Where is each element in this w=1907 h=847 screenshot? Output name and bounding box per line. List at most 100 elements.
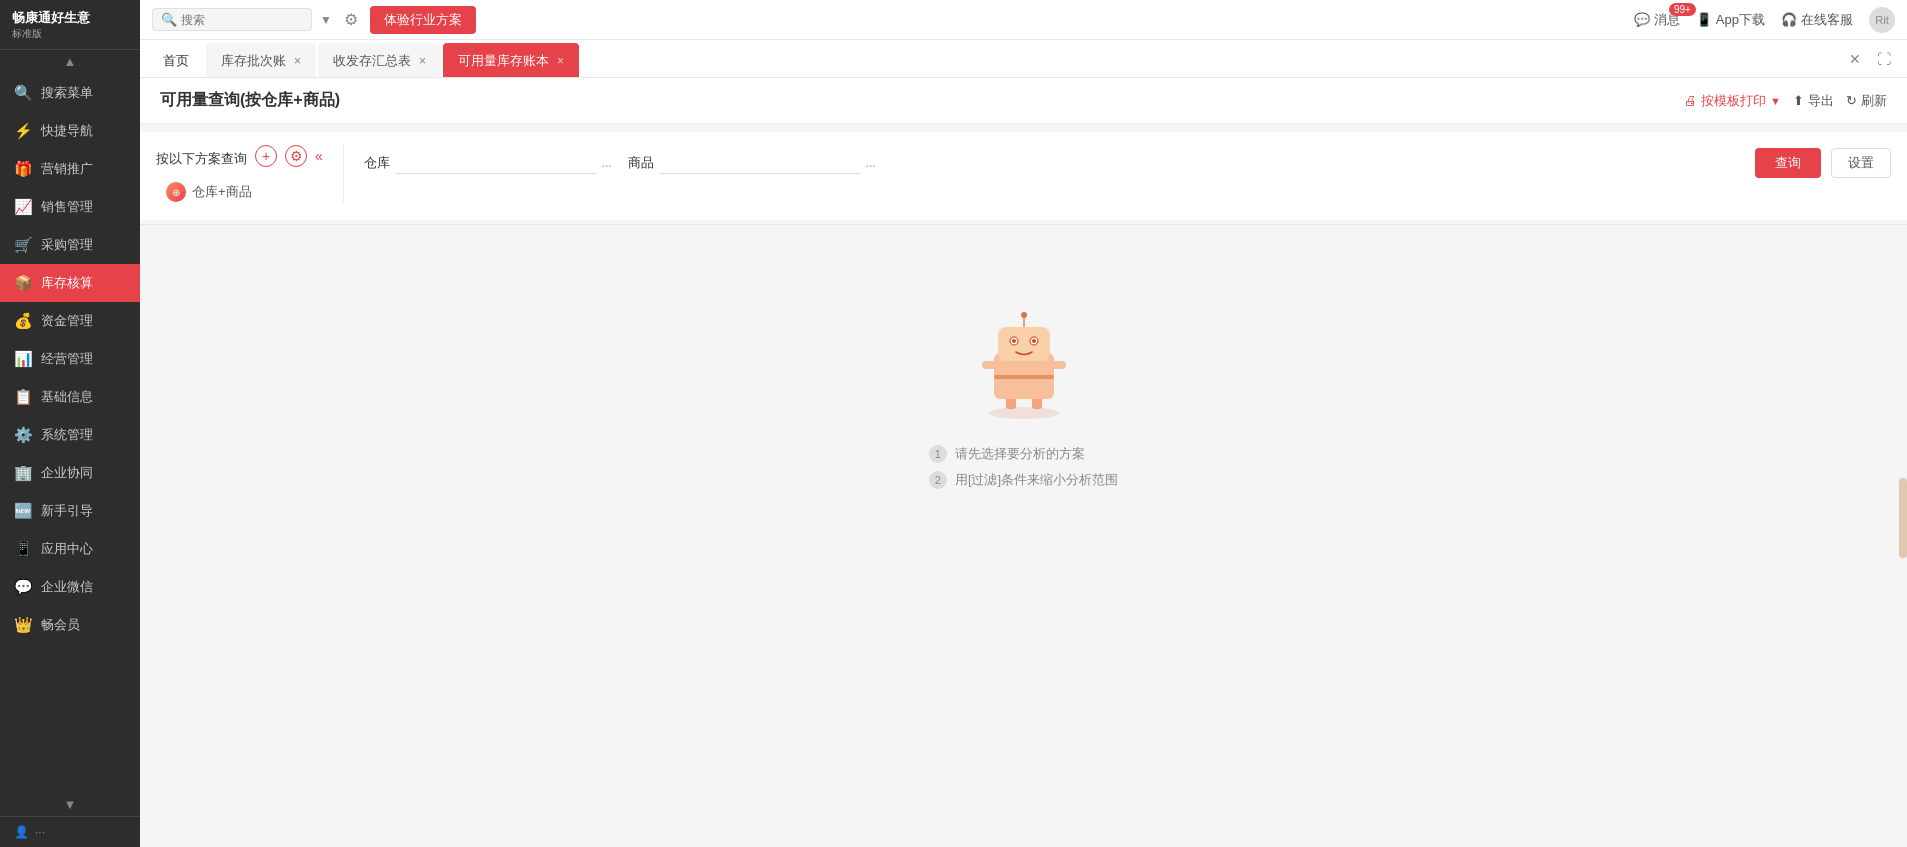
print-label: 按模板打印 xyxy=(1701,92,1766,110)
sidebar-item-label: 新手引导 xyxy=(41,502,93,520)
trial-industry-btn[interactable]: 体验行业方案 xyxy=(370,6,476,34)
empty-illustration-svg xyxy=(964,305,1084,425)
bar-chart-icon: 📊 xyxy=(14,350,33,368)
message-btn[interactable]: 💬 消息 99+ xyxy=(1634,11,1680,29)
message-badge: 99+ xyxy=(1669,3,1696,16)
tab-home[interactable]: 首页 xyxy=(148,43,204,77)
money-icon: 💰 xyxy=(14,312,33,330)
sidebar-item-appcenter[interactable]: 📱 应用中心 xyxy=(0,530,140,568)
phone-icon: 📱 xyxy=(1696,12,1712,27)
search-input[interactable] xyxy=(181,13,301,27)
cart-icon: 🛒 xyxy=(14,236,33,254)
empty-hint-2: 2 用[过滤]条件来缩小分析范围 xyxy=(929,471,1118,489)
goods-more-btn[interactable]: ... xyxy=(866,156,876,170)
hint-num-1: 1 xyxy=(929,445,947,463)
sidebar-item-marketing[interactable]: 🎁 营销推广 xyxy=(0,150,140,188)
scroll-up-btn[interactable]: ▲ xyxy=(0,50,140,74)
collapse-filter-btn[interactable]: « xyxy=(315,148,323,164)
sidebar-item-search[interactable]: 🔍 搜索菜单 xyxy=(0,74,140,112)
refresh-btn[interactable]: ↻ 刷新 xyxy=(1846,92,1887,110)
goods-input[interactable] xyxy=(660,152,860,174)
svg-point-10 xyxy=(1032,339,1036,343)
empty-illustration xyxy=(964,305,1084,425)
sidebar-item-inventory[interactable]: 📦 库存核算 xyxy=(0,264,140,302)
sidebar-item-wechat[interactable]: 💬 企业微信 xyxy=(0,568,140,606)
tab-available-inventory-label: 可用量库存账本 xyxy=(458,52,549,70)
print-btn[interactable]: 🖨 按模板打印 ▼ xyxy=(1684,92,1781,110)
online-service-btn[interactable]: 🎧 在线客服 xyxy=(1781,11,1853,29)
printer-icon: 🖨 xyxy=(1684,93,1697,108)
svg-point-9 xyxy=(1012,339,1016,343)
mobile-icon: 📱 xyxy=(14,540,33,558)
filter-label: 按以下方案查询 xyxy=(156,144,247,168)
sidebar-user-info: ··· xyxy=(35,825,45,839)
sidebar: 畅康通好生意 标准版 ▲ 🔍 搜索菜单 ⚡ 快捷导航 🎁 营销推广 📈 销售管理… xyxy=(0,0,140,847)
chart-icon: 📈 xyxy=(14,198,33,216)
sidebar-item-operations[interactable]: 📊 经营管理 xyxy=(0,340,140,378)
sidebar-item-purchase[interactable]: 🛒 采购管理 xyxy=(0,226,140,264)
sidebar-item-finance[interactable]: 💰 资金管理 xyxy=(0,302,140,340)
filter-field-goods: 商品 ... xyxy=(628,152,876,174)
search-dropdown-icon[interactable]: ▼ xyxy=(320,13,332,27)
scrollbar-indicator[interactable] xyxy=(1899,478,1907,558)
warehouse-more-btn[interactable]: ... xyxy=(602,156,612,170)
svg-rect-11 xyxy=(982,361,996,369)
sidebar-item-label: 搜索菜单 xyxy=(41,84,93,102)
expand-btn[interactable]: ⛶ xyxy=(1873,49,1895,69)
sidebar-item-label: 企业微信 xyxy=(41,578,93,596)
sidebar-item-label: 库存核算 xyxy=(41,274,93,292)
page-header: 可用量查询(按仓库+商品) 🖨 按模板打印 ▼ ⬆ 导出 ↻ 刷新 xyxy=(140,78,1907,124)
close-tab-btn[interactable]: ✕ xyxy=(1845,49,1865,69)
user-menu-btn[interactable]: Rit xyxy=(1869,7,1895,33)
chat-icon: 💬 xyxy=(14,578,33,596)
sidebar-item-member[interactable]: 👑 畅会员 xyxy=(0,606,140,644)
filter-schemes: ⊕ 仓库+商品 xyxy=(156,176,323,208)
main-area: 🔍 ▼ ⚙ 体验行业方案 💬 消息 99+ 📱 App下载 🎧 在线客服 R xyxy=(140,0,1907,847)
person-icon: 👤 xyxy=(14,825,29,839)
sidebar-item-quicknav[interactable]: ⚡ 快捷导航 xyxy=(0,112,140,150)
tab-available-inventory-close[interactable]: × xyxy=(557,54,564,68)
sidebar-item-sales[interactable]: 📈 销售管理 xyxy=(0,188,140,226)
set-btn[interactable]: 设置 xyxy=(1831,148,1891,178)
crown-icon: 👑 xyxy=(14,616,33,634)
scheme-setting-btn[interactable]: ⚙ xyxy=(285,145,307,167)
svg-point-6 xyxy=(1021,312,1027,318)
flash-icon: ⚡ xyxy=(14,122,33,140)
add-scheme-btn[interactable]: + xyxy=(255,145,277,167)
sidebar-item-newguide[interactable]: 🆕 新手引导 xyxy=(0,492,140,530)
refresh-icon: ↻ xyxy=(1846,93,1857,108)
scroll-down-btn[interactable]: ▼ xyxy=(0,792,140,816)
headset-icon: 🎧 xyxy=(1781,12,1797,27)
empty-hint-1: 1 请先选择要分析的方案 xyxy=(929,445,1118,463)
tab-collect-inventory-label: 收发存汇总表 xyxy=(333,52,411,70)
tab-inventory-batch-close[interactable]: × xyxy=(294,54,301,68)
filter-fields: 仓库 ... 商品 ... 查询 设置 xyxy=(364,144,1891,178)
print-dropdown-icon[interactable]: ▼ xyxy=(1770,95,1781,107)
sidebar-item-label: 快捷导航 xyxy=(41,122,93,140)
export-btn[interactable]: ⬆ 导出 xyxy=(1793,92,1834,110)
tabbar: 首页 库存批次账 × 收发存汇总表 × 可用量库存账本 × ✕ ⛶ xyxy=(140,40,1907,78)
app-download-btn[interactable]: 📱 App下载 xyxy=(1696,11,1765,29)
tab-collect-inventory[interactable]: 收发存汇总表 × xyxy=(318,43,441,77)
settings-icon: ⚙️ xyxy=(14,426,33,444)
warehouse-field-label: 仓库 xyxy=(364,154,390,172)
tab-inventory-batch[interactable]: 库存批次账 × xyxy=(206,43,316,77)
svg-rect-4 xyxy=(998,327,1050,361)
sidebar-item-enterprise[interactable]: 🏢 企业协同 xyxy=(0,454,140,492)
sidebar-item-system[interactable]: ⚙️ 系统管理 xyxy=(0,416,140,454)
sidebar-item-label: 畅会员 xyxy=(41,616,80,634)
sidebar-item-basicinfo[interactable]: 📋 基础信息 xyxy=(0,378,140,416)
service-label: 在线客服 xyxy=(1801,11,1853,29)
hint-num-2: 2 xyxy=(929,471,947,489)
scheme-item-label: 仓库+商品 xyxy=(192,183,252,201)
scheme-item-warehouse-goods[interactable]: ⊕ 仓库+商品 xyxy=(156,176,323,208)
sidebar-item-label: 营销推广 xyxy=(41,160,93,178)
gear-icon[interactable]: ⚙ xyxy=(340,10,362,29)
query-btn[interactable]: 查询 xyxy=(1755,148,1821,178)
tab-available-inventory[interactable]: 可用量库存账本 × xyxy=(443,43,579,77)
filter-area: 按以下方案查询 + ⚙ « ⊕ 仓库+商品 仓库 xyxy=(140,132,1907,220)
warehouse-input[interactable] xyxy=(396,152,596,174)
tab-collect-inventory-close[interactable]: × xyxy=(419,54,426,68)
global-search[interactable]: 🔍 xyxy=(152,8,312,31)
goods-field-label: 商品 xyxy=(628,154,654,172)
